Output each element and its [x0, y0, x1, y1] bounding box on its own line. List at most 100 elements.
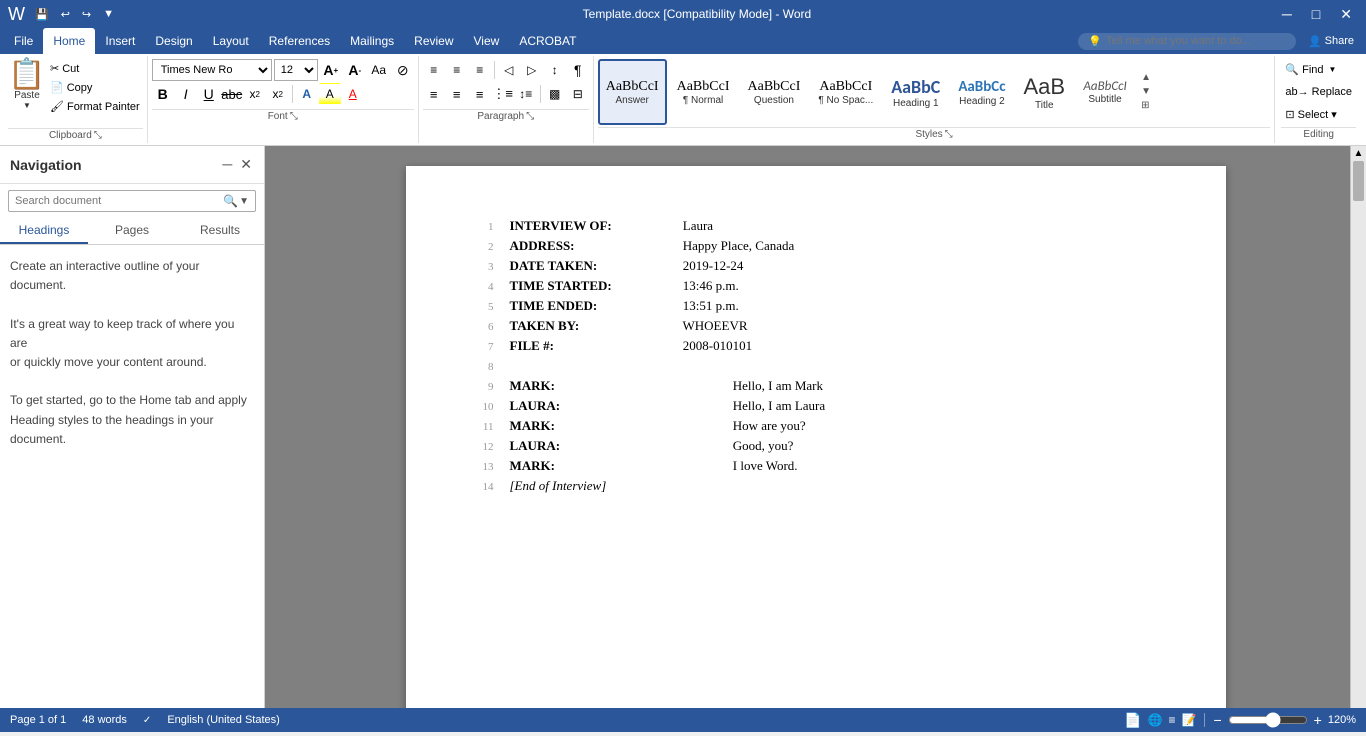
redo-btn[interactable]: ↪: [78, 6, 95, 23]
styles-expand-icon[interactable]: ⤡: [945, 129, 953, 140]
zoom-in-btn[interactable]: +: [1314, 712, 1322, 728]
styles-scroll-down[interactable]: ▼: [1139, 85, 1153, 99]
font-expand-icon[interactable]: ⤡: [290, 111, 298, 122]
cut-button[interactable]: ✂ Cut: [47, 60, 143, 77]
paste-dropdown-arrow[interactable]: ▼: [23, 101, 31, 110]
menu-layout[interactable]: Layout: [203, 28, 259, 54]
shading-btn[interactable]: ▩: [544, 83, 566, 105]
word-count[interactable]: 48 words: [82, 714, 127, 726]
font-size-select[interactable]: 12: [274, 59, 318, 81]
font-color-btn[interactable]: A: [342, 83, 364, 105]
search-dropdown-btn[interactable]: ▼: [239, 196, 249, 207]
language-indicator[interactable]: English (United States): [167, 714, 280, 726]
zoom-slider[interactable]: [1228, 712, 1308, 728]
decrease-indent-btn[interactable]: ◁: [498, 59, 520, 81]
font-family-select[interactable]: Times New Ro: [152, 59, 272, 81]
bold-btn[interactable]: B: [152, 83, 174, 105]
minimize-btn[interactable]: ─: [1276, 4, 1298, 24]
bullets-btn[interactable]: ≡: [423, 59, 445, 81]
borders-btn[interactable]: ⊟: [567, 83, 589, 105]
menu-references[interactable]: References: [259, 28, 340, 54]
search-submit-btn[interactable]: 🔍: [223, 194, 238, 208]
menu-acrobat[interactable]: ACROBAT: [509, 28, 586, 54]
copy-button[interactable]: 📄 Copy: [47, 79, 143, 96]
paragraph-expand-icon[interactable]: ⤡: [526, 111, 534, 122]
increase-indent-btn[interactable]: ▷: [521, 59, 543, 81]
italic-btn[interactable]: I: [175, 83, 197, 105]
clear-formatting-btn[interactable]: ⊘: [392, 59, 414, 81]
scroll-thumb[interactable]: [1353, 161, 1364, 201]
menu-design[interactable]: Design: [145, 28, 202, 54]
style-normal[interactable]: AaBbCcI ¶ Normal: [669, 59, 738, 125]
clipboard-expand-icon[interactable]: ⤡: [94, 130, 102, 141]
nav-content: Create an interactive outline of your do…: [0, 245, 264, 708]
menu-view[interactable]: View: [464, 28, 510, 54]
nav-tab-results[interactable]: Results: [176, 218, 264, 244]
scroll-up-btn[interactable]: ▲: [1351, 146, 1366, 161]
menu-review[interactable]: Review: [404, 28, 463, 54]
nav-tab-headings[interactable]: Headings: [0, 218, 88, 244]
tell-me-input[interactable]: [1106, 35, 1286, 47]
subscript-btn[interactable]: x2: [244, 83, 266, 105]
strikethrough-btn[interactable]: abc: [221, 83, 243, 105]
editing-group-label: Editing: [1303, 129, 1334, 140]
sort-btn[interactable]: ↕: [544, 59, 566, 81]
page-indicator[interactable]: Page 1 of 1: [10, 714, 66, 726]
style-no-spacing[interactable]: AaBbCcI ¶ No Spac...: [810, 59, 881, 125]
title-bar: W 💾 ↩ ↪ ▼ Template.docx [Compatibility M…: [0, 0, 1366, 28]
style-answer[interactable]: AaBbCcI Answer: [598, 59, 667, 125]
paste-button[interactable]: 📋 Paste ▼: [8, 58, 46, 112]
nav-tab-pages[interactable]: Pages: [88, 218, 176, 244]
view-outline-btn[interactable]: ≡: [1169, 713, 1176, 727]
quick-access-more[interactable]: ▼: [99, 6, 118, 22]
close-btn[interactable]: ✕: [1334, 4, 1358, 25]
numbering-btn[interactable]: ≡: [446, 59, 468, 81]
search-input[interactable]: [15, 195, 221, 207]
document-page[interactable]: 1 INTERVIEW OF: Laura 2 ADDRESS: Happy P…: [406, 166, 1226, 708]
text-effects-btn[interactable]: A: [296, 83, 318, 105]
doc-line-13: 13 MARK: I love Word.: [466, 456, 1166, 476]
style-heading2[interactable]: AaBbCc Heading 2: [950, 59, 1013, 125]
style-question[interactable]: AaBbCcI Question: [740, 59, 809, 125]
undo-btn[interactable]: ↩: [57, 6, 74, 23]
font-shrink-btn[interactable]: A-: [344, 59, 366, 81]
underline-btn[interactable]: U: [198, 83, 220, 105]
menu-file[interactable]: File: [4, 28, 43, 54]
style-heading1[interactable]: AaBbC Heading 1: [883, 59, 948, 125]
style-title[interactable]: AaB Title: [1015, 59, 1073, 125]
save-quick-btn[interactable]: 💾: [31, 6, 53, 23]
nav-collapse-btn[interactable]: ─: [220, 154, 234, 175]
select-button[interactable]: ⊡ Select ▾: [1281, 105, 1356, 124]
view-print-btn[interactable]: 📄: [1124, 712, 1141, 729]
styles-more[interactable]: ⊞: [1139, 99, 1153, 113]
replace-button[interactable]: ab→ Replace: [1281, 83, 1356, 101]
align-right-btn[interactable]: ≡: [469, 83, 491, 105]
view-draft-btn[interactable]: 📝: [1182, 713, 1197, 727]
zoom-out-btn[interactable]: −: [1213, 712, 1221, 728]
align-left-btn[interactable]: ≡: [423, 83, 445, 105]
find-dropdown[interactable]: ▼: [1329, 65, 1337, 74]
highlight-btn[interactable]: A: [319, 83, 341, 105]
line-spacing-btn[interactable]: ↕≡: [515, 83, 537, 105]
zoom-level[interactable]: 120%: [1328, 714, 1356, 726]
style-heading2-preview: AaBbCc: [958, 78, 1005, 96]
nav-close-btn[interactable]: ✕: [238, 154, 254, 175]
style-subtitle[interactable]: AaBbCcI Subtitle: [1075, 59, 1135, 125]
maximize-btn[interactable]: □: [1306, 4, 1326, 24]
view-web-btn[interactable]: 🌐: [1148, 713, 1163, 727]
share-btn[interactable]: 👤 Share: [1308, 35, 1354, 48]
align-center-btn[interactable]: ≡: [446, 83, 468, 105]
show-marks-btn[interactable]: ¶: [567, 59, 589, 81]
styles-scroll-up[interactable]: ▲: [1139, 71, 1153, 85]
multilevel-btn[interactable]: ≡: [469, 59, 491, 81]
menu-insert[interactable]: Insert: [95, 28, 145, 54]
format-painter-button[interactable]: 🖌 Format Painter: [47, 98, 143, 115]
styles-group: AaBbCcI Answer AaBbCcI ¶ Normal AaBbCcI …: [594, 56, 1276, 143]
font-grow-btn[interactable]: A+: [320, 59, 342, 81]
find-button[interactable]: 🔍 Find ▼: [1281, 60, 1356, 79]
menu-mailings[interactable]: Mailings: [340, 28, 404, 54]
change-case-btn[interactable]: Aa: [368, 59, 390, 81]
superscript-btn[interactable]: x2: [267, 83, 289, 105]
justify-btn[interactable]: ⋮≡: [492, 83, 514, 105]
menu-home[interactable]: Home: [43, 28, 95, 54]
